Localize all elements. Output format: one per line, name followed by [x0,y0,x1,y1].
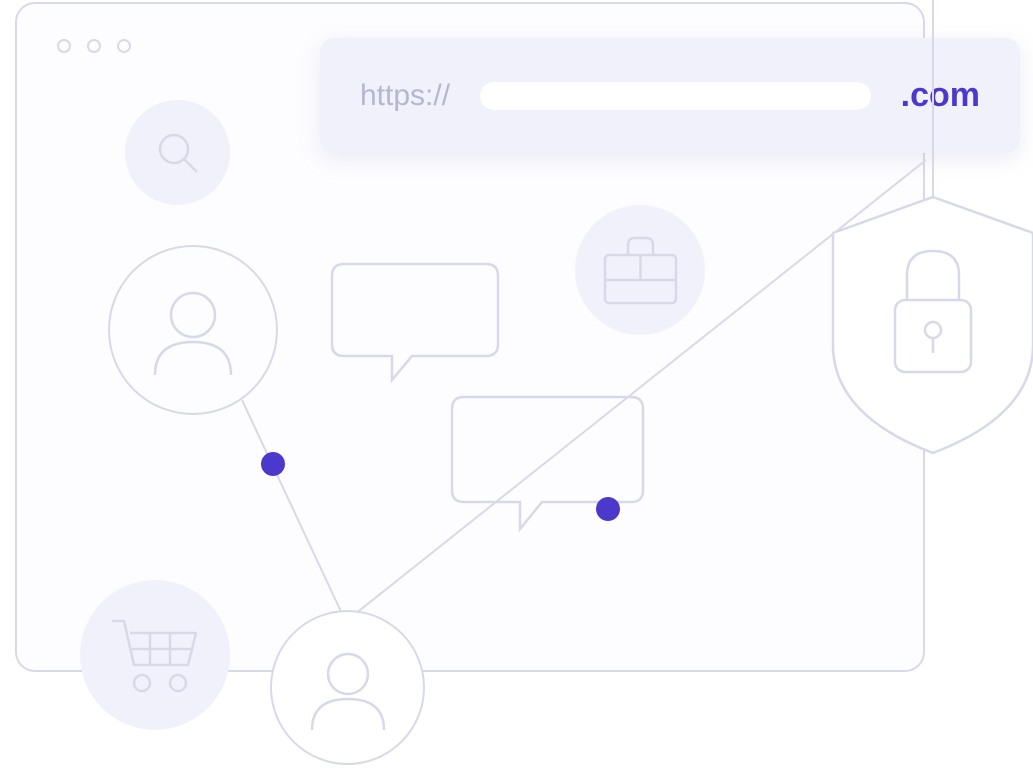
url-input[interactable] [480,82,871,110]
maximize-dot[interactable] [117,39,131,53]
user-icon [302,642,394,734]
search-button[interactable] [125,100,230,205]
tld-label: .com [901,76,980,115]
security-shield [823,195,1033,455]
speech-bubble-icon [450,395,645,540]
briefcase-badge [575,205,705,335]
minimize-dot[interactable] [87,39,101,53]
shopping-cart-badge [80,580,230,730]
shield-lock-icon [823,195,1033,455]
user-icon [143,280,243,380]
user-avatar-large [108,245,278,415]
connection-node [596,497,620,521]
window-controls [57,39,131,53]
user-avatar-bottom [270,610,425,765]
shopping-cart-icon [110,615,200,695]
protocol-label: https:// [360,79,450,113]
connection-node [261,452,285,476]
speech-bubble-icon [330,262,500,392]
briefcase-icon [603,235,678,305]
search-icon [154,129,202,177]
close-dot[interactable] [57,39,71,53]
address-bar[interactable]: https:// .com [320,38,1020,153]
